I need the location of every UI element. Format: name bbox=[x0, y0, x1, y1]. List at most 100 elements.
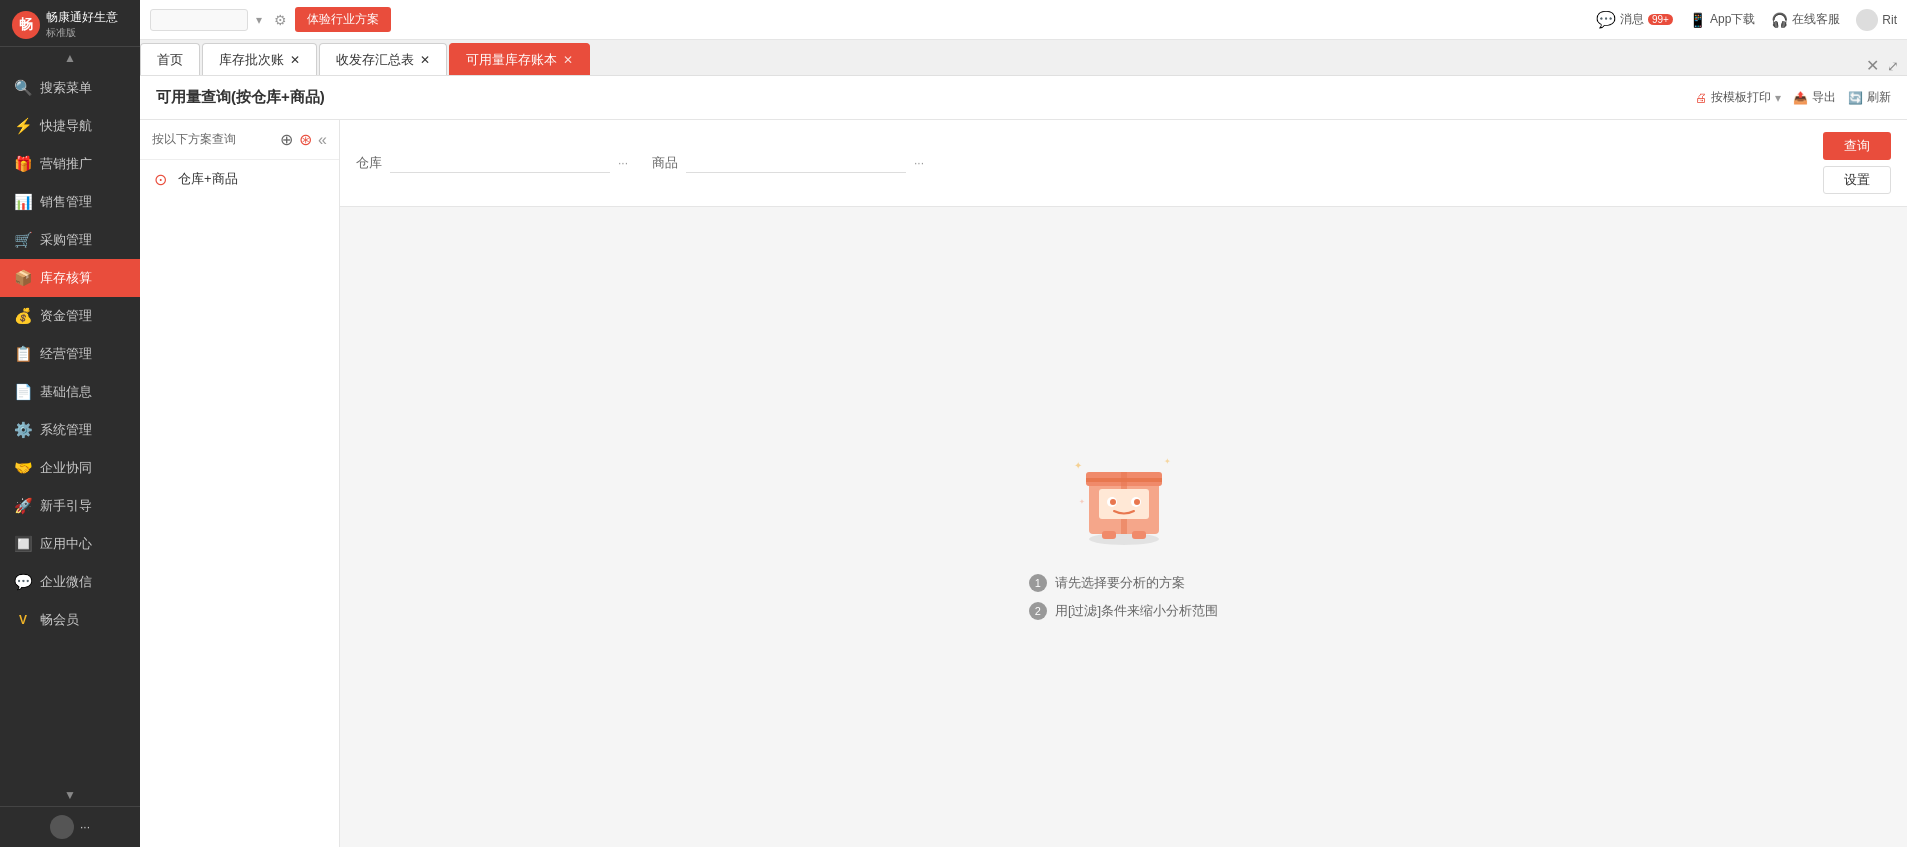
export-btn[interactable]: 📤 导出 bbox=[1793, 89, 1836, 106]
sidebar-item-label: 资金管理 bbox=[40, 307, 92, 325]
sidebar-item-label: 系统管理 bbox=[40, 421, 92, 439]
settings-scheme-icon[interactable]: ⊛ bbox=[299, 130, 312, 149]
enterprise-wechat-icon: 💬 bbox=[14, 573, 32, 591]
purchase-icon: 🛒 bbox=[14, 231, 32, 249]
sidebar-scroll-down[interactable]: ▼ bbox=[0, 784, 140, 806]
svg-point-0 bbox=[1089, 533, 1159, 545]
tip-text-2: 用[过滤]条件来缩小分析范围 bbox=[1055, 602, 1218, 620]
sidebar-item-marketing[interactable]: 🎁 营销推广 bbox=[0, 145, 140, 183]
newbie-icon: 🚀 bbox=[14, 497, 32, 515]
export-label: 导出 bbox=[1812, 89, 1836, 106]
tab-receipt-summary-close[interactable]: ✕ bbox=[420, 53, 430, 67]
empty-illustration: ✦ ✦ ✦ bbox=[1064, 434, 1184, 554]
vip-icon: V bbox=[14, 613, 32, 627]
operations-icon: 📋 bbox=[14, 345, 32, 363]
sidebar-scroll-up[interactable]: ▲ bbox=[0, 47, 140, 69]
topbar-search-box[interactable] bbox=[150, 9, 248, 31]
tabs-bar: 首页 库存批次账 ✕ 收发存汇总表 ✕ 可用量库存账本 ✕ ✕ ⤢ bbox=[140, 40, 1907, 76]
warehouse-label: 仓库 bbox=[356, 154, 382, 172]
sidebar-item-purchase[interactable]: 🛒 采购管理 bbox=[0, 221, 140, 259]
app-download-btn[interactable]: 📱 App下载 bbox=[1689, 11, 1755, 28]
message-btn[interactable]: 💬 消息 99+ bbox=[1596, 10, 1673, 29]
tip-text-1: 请先选择要分析的方案 bbox=[1055, 574, 1185, 592]
page-header: 可用量查询(按仓库+商品) 🖨 按模板打印 ▾ 📤 导出 🔄 刷新 bbox=[140, 76, 1907, 120]
product-more-icon[interactable]: ··· bbox=[914, 156, 924, 170]
industry-btn[interactable]: 体验行业方案 bbox=[295, 7, 391, 32]
tabs-close-all-btn[interactable]: ✕ bbox=[1866, 56, 1879, 75]
sidebar-item-operations[interactable]: 📋 经营管理 bbox=[0, 335, 140, 373]
product-input[interactable] bbox=[686, 153, 906, 173]
app-center-icon: 🔲 bbox=[14, 535, 32, 553]
add-scheme-icon[interactable]: ⊕ bbox=[280, 130, 293, 149]
refresh-icon: 🔄 bbox=[1848, 91, 1863, 105]
sidebar-item-label: 企业微信 bbox=[40, 573, 92, 591]
warehouse-more-icon[interactable]: ··· bbox=[618, 156, 628, 170]
sidebar-bottom[interactable]: ··· bbox=[0, 806, 140, 847]
sidebar-item-newbie[interactable]: 🚀 新手引导 bbox=[0, 487, 140, 525]
topbar-right: 💬 消息 99+ 📱 App下载 🎧 在线客服 Rit bbox=[1596, 9, 1897, 31]
filter-panel: 按以下方案查询 ⊕ ⊛ « ⊙ 仓库+商品 bbox=[140, 120, 340, 847]
user-name: Rit bbox=[1882, 13, 1897, 27]
settings-button[interactable]: 设置 bbox=[1823, 166, 1891, 194]
svg-point-9 bbox=[1134, 499, 1140, 505]
app-icon: 📱 bbox=[1689, 12, 1706, 28]
warehouse-input[interactable] bbox=[390, 153, 610, 173]
sidebar-item-label: 企业协同 bbox=[40, 459, 92, 477]
svg-text:✦: ✦ bbox=[1164, 457, 1171, 466]
empty-tips: 1 请先选择要分析的方案 2 用[过滤]条件来缩小分析范围 bbox=[1029, 574, 1218, 620]
print-btn[interactable]: 🖨 按模板打印 ▾ bbox=[1695, 89, 1781, 106]
sidebar-item-label: 畅会员 bbox=[40, 611, 79, 629]
tab-home-label: 首页 bbox=[157, 51, 183, 69]
message-icon: 💬 bbox=[1596, 10, 1616, 29]
avatar bbox=[1856, 9, 1878, 31]
svg-rect-10 bbox=[1102, 531, 1116, 539]
funds-icon: 💰 bbox=[14, 307, 32, 325]
search-input[interactable] bbox=[159, 13, 239, 27]
headset-icon: 🎧 bbox=[1771, 12, 1788, 28]
empty-tip-2: 2 用[过滤]条件来缩小分析范围 bbox=[1029, 602, 1218, 620]
refresh-label: 刷新 bbox=[1867, 89, 1891, 106]
gear-icon[interactable]: ⚙ bbox=[274, 12, 287, 28]
tab-home[interactable]: 首页 bbox=[140, 43, 200, 75]
online-service-btn[interactable]: 🎧 在线客服 bbox=[1771, 11, 1840, 28]
export-icon: 📤 bbox=[1793, 91, 1808, 105]
inventory-icon: 📦 bbox=[14, 269, 32, 287]
sidebar-item-label: 库存核算 bbox=[40, 269, 92, 287]
tab-available-ledger-close[interactable]: ✕ bbox=[563, 53, 573, 67]
sidebar-item-enterprise[interactable]: 🤝 企业协同 bbox=[0, 449, 140, 487]
scheme-item-label: 仓库+商品 bbox=[178, 170, 238, 188]
sidebar-logo: 畅 畅康通好生意 标准版 bbox=[12, 10, 128, 40]
print-dropdown-arrow[interactable]: ▾ bbox=[1775, 91, 1781, 105]
sidebar-item-search[interactable]: 🔍 搜索菜单 bbox=[0, 69, 140, 107]
sidebar-item-inventory[interactable]: 📦 库存核算 bbox=[0, 259, 140, 297]
sidebar-item-shortcut[interactable]: ⚡ 快捷导航 bbox=[0, 107, 140, 145]
sidebar-item-basic-info[interactable]: 📄 基础信息 bbox=[0, 373, 140, 411]
system-icon: ⚙️ bbox=[14, 421, 32, 439]
tab-batch-ledger[interactable]: 库存批次账 ✕ bbox=[202, 43, 317, 75]
query-panel: 仓库 ··· 商品 ··· 查询 设置 bbox=[340, 120, 1907, 847]
user-btn[interactable]: Rit bbox=[1856, 9, 1897, 31]
tab-batch-ledger-close[interactable]: ✕ bbox=[290, 53, 300, 67]
sidebar-item-vip[interactable]: V 畅会员 bbox=[0, 601, 140, 639]
tab-receipt-summary[interactable]: 收发存汇总表 ✕ bbox=[319, 43, 447, 75]
sidebar-item-label: 基础信息 bbox=[40, 383, 92, 401]
sidebar-item-label: 搜索菜单 bbox=[40, 79, 92, 97]
refresh-btn[interactable]: 🔄 刷新 bbox=[1848, 89, 1891, 106]
collapse-panel-icon[interactable]: « bbox=[318, 131, 327, 149]
query-button[interactable]: 查询 bbox=[1823, 132, 1891, 160]
tab-batch-ledger-label: 库存批次账 bbox=[219, 51, 284, 69]
tabs-expand-btn[interactable]: ⤢ bbox=[1887, 58, 1899, 74]
online-service-label: 在线客服 bbox=[1792, 11, 1840, 28]
sidebar-item-sales[interactable]: 📊 销售管理 bbox=[0, 183, 140, 221]
svg-text:✦: ✦ bbox=[1074, 460, 1082, 471]
svg-rect-11 bbox=[1132, 531, 1146, 539]
dropdown-arrow[interactable]: ▾ bbox=[256, 13, 262, 27]
user-avatar-small bbox=[50, 815, 74, 839]
main-area: ▾ ⚙ 体验行业方案 💬 消息 99+ 📱 App下载 🎧 在线客服 bbox=[140, 0, 1907, 847]
sidebar-item-enterprise-wechat[interactable]: 💬 企业微信 bbox=[0, 563, 140, 601]
scheme-item-warehouse-product[interactable]: ⊙ 仓库+商品 bbox=[140, 160, 339, 198]
tab-available-ledger[interactable]: 可用量库存账本 ✕ bbox=[449, 43, 590, 75]
sidebar-item-app-center[interactable]: 🔲 应用中心 bbox=[0, 525, 140, 563]
sidebar-item-system[interactable]: ⚙️ 系统管理 bbox=[0, 411, 140, 449]
sidebar-item-funds[interactable]: 💰 资金管理 bbox=[0, 297, 140, 335]
